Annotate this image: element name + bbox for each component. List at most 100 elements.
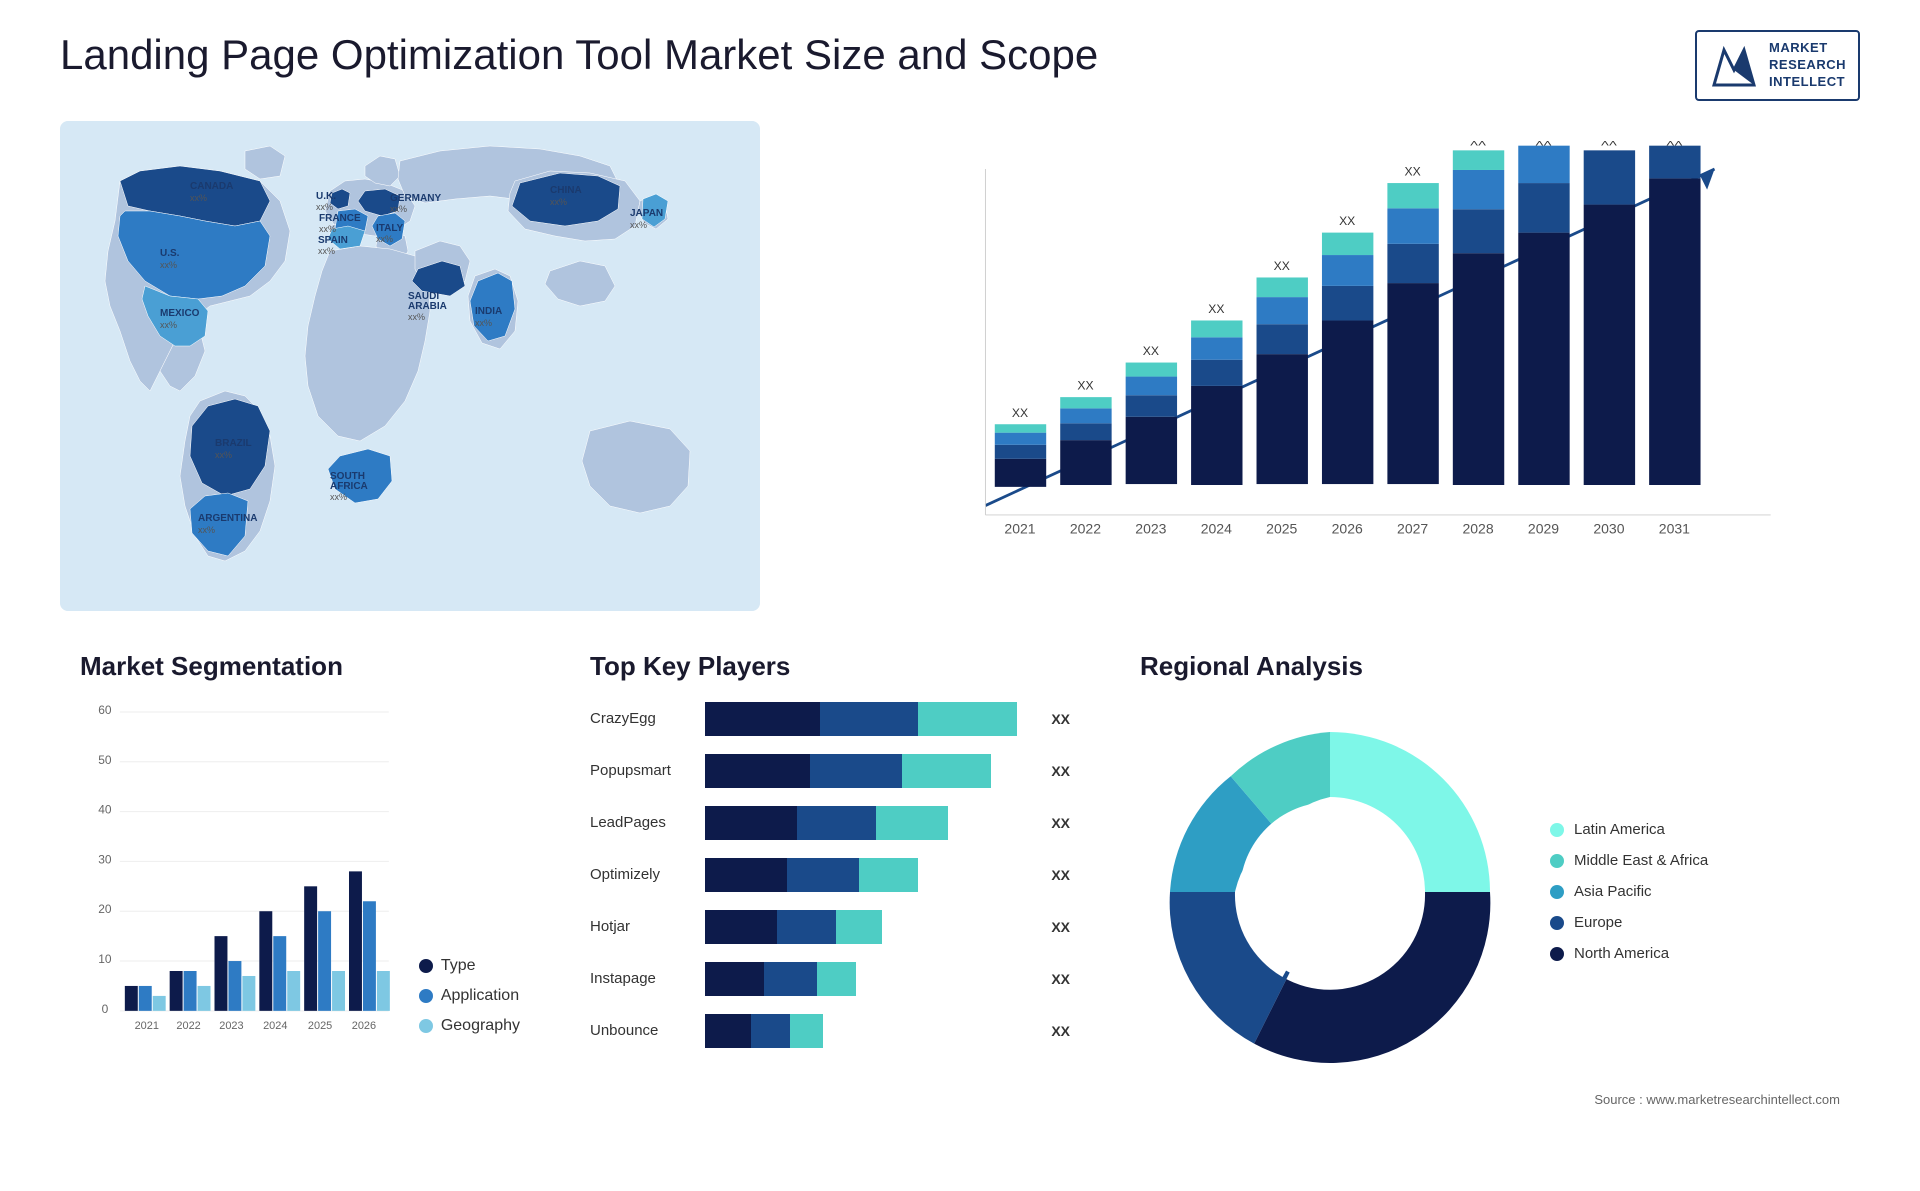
source-text: Source : www.marketresearchintellect.com	[1140, 1092, 1840, 1107]
svg-text:FRANCE: FRANCE	[319, 213, 361, 224]
svg-text:AFRICA: AFRICA	[330, 481, 368, 492]
latin-label: Latin America	[1574, 821, 1665, 838]
bar-seg1	[705, 962, 764, 996]
svg-text:2030: 2030	[1593, 520, 1624, 536]
logo-container: MARKET RESEARCH INTELLECT	[1695, 30, 1860, 101]
svg-text:2022: 2022	[1070, 520, 1101, 536]
bar-seg3	[790, 1014, 823, 1048]
svg-text:XX: XX	[1470, 141, 1486, 149]
apac-label: Asia Pacific	[1574, 883, 1652, 900]
svg-text:ARABIA: ARABIA	[408, 301, 447, 312]
player-row-instapage: Instapage XX	[590, 962, 1070, 996]
svg-text:XX: XX	[1339, 214, 1355, 228]
bar-chart-svg: 2021 XX 2022 XX 2023 XX	[860, 141, 1840, 571]
svg-text:XX: XX	[1274, 259, 1290, 273]
svg-text:2027: 2027	[1397, 520, 1428, 536]
player-bar-unbounce	[705, 1014, 1033, 1048]
player-name-leadpages: LeadPages	[590, 814, 695, 831]
regional-legend-na: North America	[1550, 945, 1708, 962]
svg-text:0: 0	[102, 1002, 109, 1016]
bar-chart-container: 2021 XX 2022 XX 2023 XX	[800, 121, 1860, 611]
svg-text:CANADA: CANADA	[190, 181, 233, 192]
svg-text:2023: 2023	[219, 1019, 243, 1031]
svg-text:BRAZIL: BRAZIL	[215, 438, 252, 449]
legend-application: Application	[419, 987, 520, 1005]
svg-text:xx%: xx%	[390, 204, 407, 214]
legend-geography: Geography	[419, 1017, 520, 1035]
player-name-instapage: Instapage	[590, 970, 695, 987]
bar-seg2	[820, 702, 918, 736]
bar-seg3	[902, 754, 991, 788]
svg-text:U.S.: U.S.	[160, 248, 180, 259]
svg-text:xx%: xx%	[475, 318, 492, 328]
svg-text:2023: 2023	[1135, 520, 1166, 536]
geo-dot	[419, 1019, 433, 1033]
player-value-optimizely: XX	[1051, 867, 1070, 883]
europe-dot	[1550, 916, 1564, 930]
player-bar-optimizely	[705, 858, 1033, 892]
app-label: Application	[441, 987, 519, 1005]
header: Landing Page Optimization Tool Market Si…	[60, 30, 1860, 101]
bar-seg1	[705, 806, 797, 840]
player-row-leadpages: LeadPages XX	[590, 806, 1070, 840]
svg-text:50: 50	[98, 752, 112, 766]
bar-seg2	[797, 806, 876, 840]
player-name-popupsmart: Popupsmart	[590, 762, 695, 779]
segmentation-container: Market Segmentation 0 10 20 30 40 50 60	[60, 641, 540, 1161]
player-name-hotjar: Hotjar	[590, 918, 695, 935]
svg-text:2022: 2022	[176, 1019, 200, 1031]
bar-seg1	[705, 702, 820, 736]
geo-label: Geography	[441, 1017, 520, 1035]
bar-seg1	[705, 910, 777, 944]
players-title: Top Key Players	[590, 651, 1070, 682]
svg-text:2024: 2024	[1201, 520, 1232, 536]
svg-text:20: 20	[98, 902, 112, 916]
svg-text:10: 10	[98, 952, 112, 966]
svg-text:XX: XX	[1666, 141, 1682, 149]
svg-text:GERMANY: GERMANY	[390, 193, 441, 204]
svg-text:ARGENTINA: ARGENTINA	[198, 513, 257, 524]
mea-dot	[1550, 854, 1564, 868]
bar-seg3	[876, 806, 948, 840]
svg-text:xx%: xx%	[316, 202, 333, 212]
svg-text:xx%: xx%	[160, 260, 177, 270]
svg-text:XX: XX	[1143, 344, 1159, 358]
bar-seg2	[764, 962, 817, 996]
apac-dot	[1550, 885, 1564, 899]
player-name-optimizely: Optimizely	[590, 866, 695, 883]
svg-text:2026: 2026	[352, 1019, 376, 1031]
regional-title: Regional Analysis	[1140, 651, 1840, 682]
latin-dot	[1550, 823, 1564, 837]
player-row-crazyegg: CrazyEgg XX	[590, 702, 1070, 736]
player-bar-leadpages	[705, 806, 1033, 840]
segmentation-svg: 0 10 20 30 40 50 60	[80, 702, 399, 1061]
page-title: Landing Page Optimization Tool Market Si…	[60, 30, 1098, 80]
legend-type: Type	[419, 957, 520, 975]
players-container: Top Key Players CrazyEgg XX Popupsmart	[570, 641, 1090, 1161]
player-value-popupsmart: XX	[1051, 763, 1070, 779]
svg-text:xx%: xx%	[330, 492, 347, 502]
svg-text:40: 40	[98, 802, 112, 816]
donut-chart-svg	[1140, 702, 1520, 1082]
top-section: CANADA xx% U.S. xx% MEXICO xx% BRAZIL xx…	[60, 121, 1860, 611]
regional-container: Regional Analysis	[1120, 641, 1860, 1161]
svg-text:2021: 2021	[1004, 520, 1035, 536]
player-row-optimizely: Optimizely XX	[590, 858, 1070, 892]
svg-text:xx%: xx%	[408, 312, 425, 322]
svg-text:xx%: xx%	[190, 193, 207, 203]
bar-seg3	[918, 702, 1016, 736]
svg-text:60: 60	[98, 703, 112, 717]
app-dot	[419, 989, 433, 1003]
page-container: Landing Page Optimization Tool Market Si…	[0, 0, 1920, 1191]
mea-label: Middle East & Africa	[1574, 852, 1708, 869]
player-value-unbounce: XX	[1051, 1023, 1070, 1039]
svg-text:2026: 2026	[1332, 520, 1363, 536]
player-name-crazyegg: CrazyEgg	[590, 710, 695, 727]
svg-text:2031: 2031	[1659, 520, 1690, 536]
svg-text:U.K.: U.K.	[316, 191, 336, 202]
type-dot	[419, 959, 433, 973]
type-label: Type	[441, 957, 476, 975]
player-row-unbounce: Unbounce XX	[590, 1014, 1070, 1048]
svg-text:xx%: xx%	[376, 234, 393, 244]
player-bar-hotjar	[705, 910, 1033, 944]
